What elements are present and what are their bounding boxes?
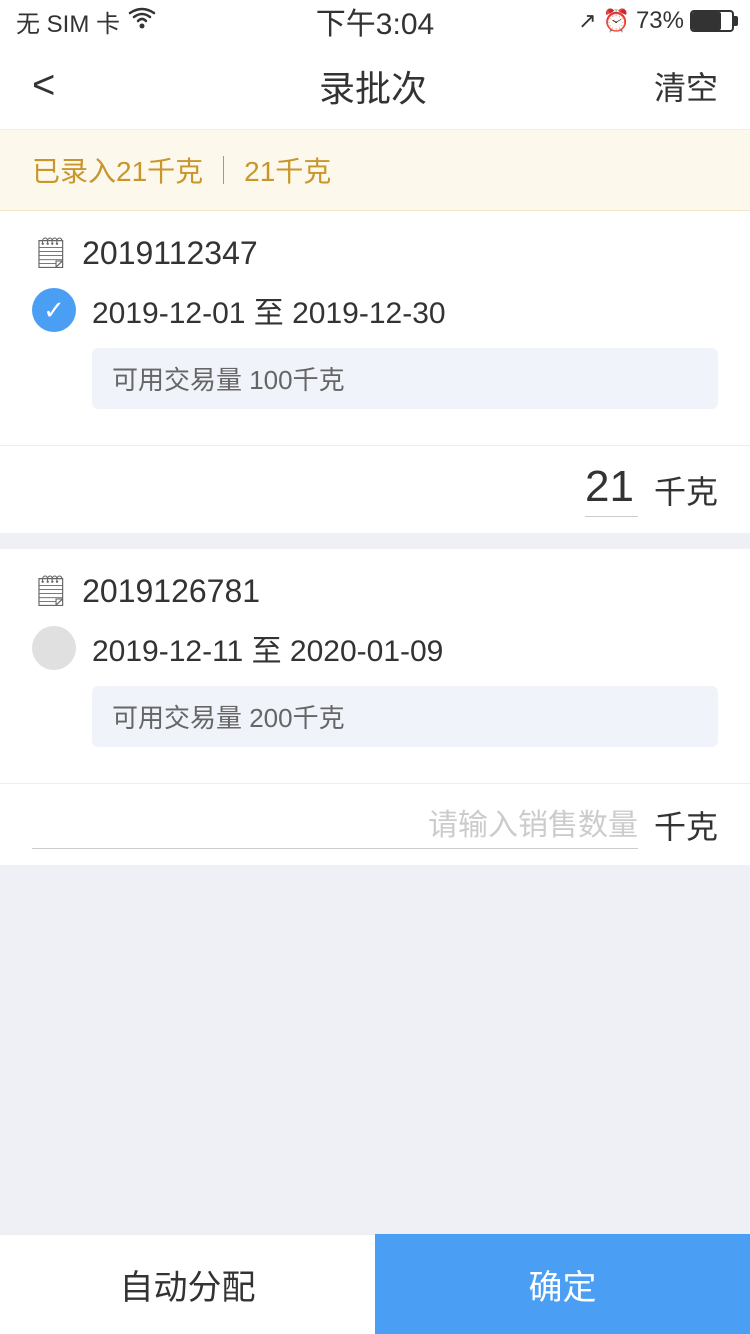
battery-icon (690, 10, 734, 32)
batch-card-1: 🗒 2019112347 ✓ 2019-12-01 至 2019-12-30 可… (0, 211, 750, 445)
auto-distribute-button[interactable]: 自动分配 (0, 1234, 375, 1334)
location-icon: ↗ (578, 8, 596, 34)
check-mark-1: ✓ (43, 295, 65, 326)
batch-row-2[interactable]: 2019-12-11 至 2020-01-09 (32, 626, 718, 670)
batch-doc-icon-2: 🗒 (32, 574, 70, 609)
back-button[interactable]: < (32, 63, 92, 108)
clear-button[interactable]: 清空 (654, 63, 718, 109)
quantity-row-2[interactable]: 请输入销售数量 千克 (0, 783, 750, 865)
carrier-text: 无 SIM 卡 (16, 4, 120, 39)
nav-bar: < 录批次 清空 (0, 42, 750, 130)
quantity-placeholder-2: 请输入销售数量 (428, 800, 638, 844)
confirm-button[interactable]: 确定 (375, 1234, 750, 1334)
quantity-underline-1: 21 (585, 462, 638, 517)
alarm-icon: ⏰ (603, 8, 630, 34)
batch-card-2: 🗒 2019126781 2019-12-11 至 2020-01-09 可用交… (0, 549, 750, 783)
batch-id-1: 2019112347 (82, 235, 258, 272)
available-tag-1: 可用交易量 100千克 (92, 348, 718, 409)
status-bar-left: 无 SIM 卡 (16, 4, 156, 39)
batch-date-1: 2019-12-01 至 2019-12-30 (92, 288, 446, 332)
radio-selected-1[interactable]: ✓ (32, 288, 76, 332)
batch-date-2: 2019-12-11 至 2020-01-09 (92, 626, 443, 670)
page-title: 录批次 (319, 60, 427, 112)
status-bar-right: ↗ ⏰ 73% (578, 7, 734, 35)
recorded-quantity: 已录入21千克 (32, 150, 203, 190)
card-divider (0, 533, 750, 549)
available-tag-2: 可用交易量 200千克 (92, 686, 718, 747)
radio-unselected-2[interactable] (32, 626, 76, 670)
batch-id-2: 2019126781 (82, 573, 260, 610)
batch-doc-icon-1: 🗒 (32, 236, 70, 271)
banner-divider (223, 156, 224, 184)
quantity-unit-2: 千克 (654, 802, 718, 848)
info-banner: 已录入21千克 21千克 (0, 130, 750, 211)
batch-header-2: 🗒 2019126781 (32, 573, 718, 610)
quantity-value-1: 21 (585, 462, 634, 512)
total-quantity: 21千克 (244, 150, 331, 190)
quantity-unit-1: 千克 (654, 467, 718, 513)
status-bar: 无 SIM 卡 下午3:04 ↗ ⏰ 73% (0, 0, 750, 42)
battery-percent: 73% (636, 7, 684, 35)
batch-header-1: 🗒 2019112347 (32, 235, 718, 272)
quantity-underline-2: 请输入销售数量 (32, 800, 638, 849)
quantity-row-1: 21 千克 (0, 445, 750, 533)
batch-row-1[interactable]: ✓ 2019-12-01 至 2019-12-30 (32, 288, 718, 332)
status-bar-time: 下午3:04 (316, 0, 434, 43)
bottom-bar: 自动分配 确定 (0, 1234, 750, 1334)
wifi-icon (128, 7, 156, 36)
